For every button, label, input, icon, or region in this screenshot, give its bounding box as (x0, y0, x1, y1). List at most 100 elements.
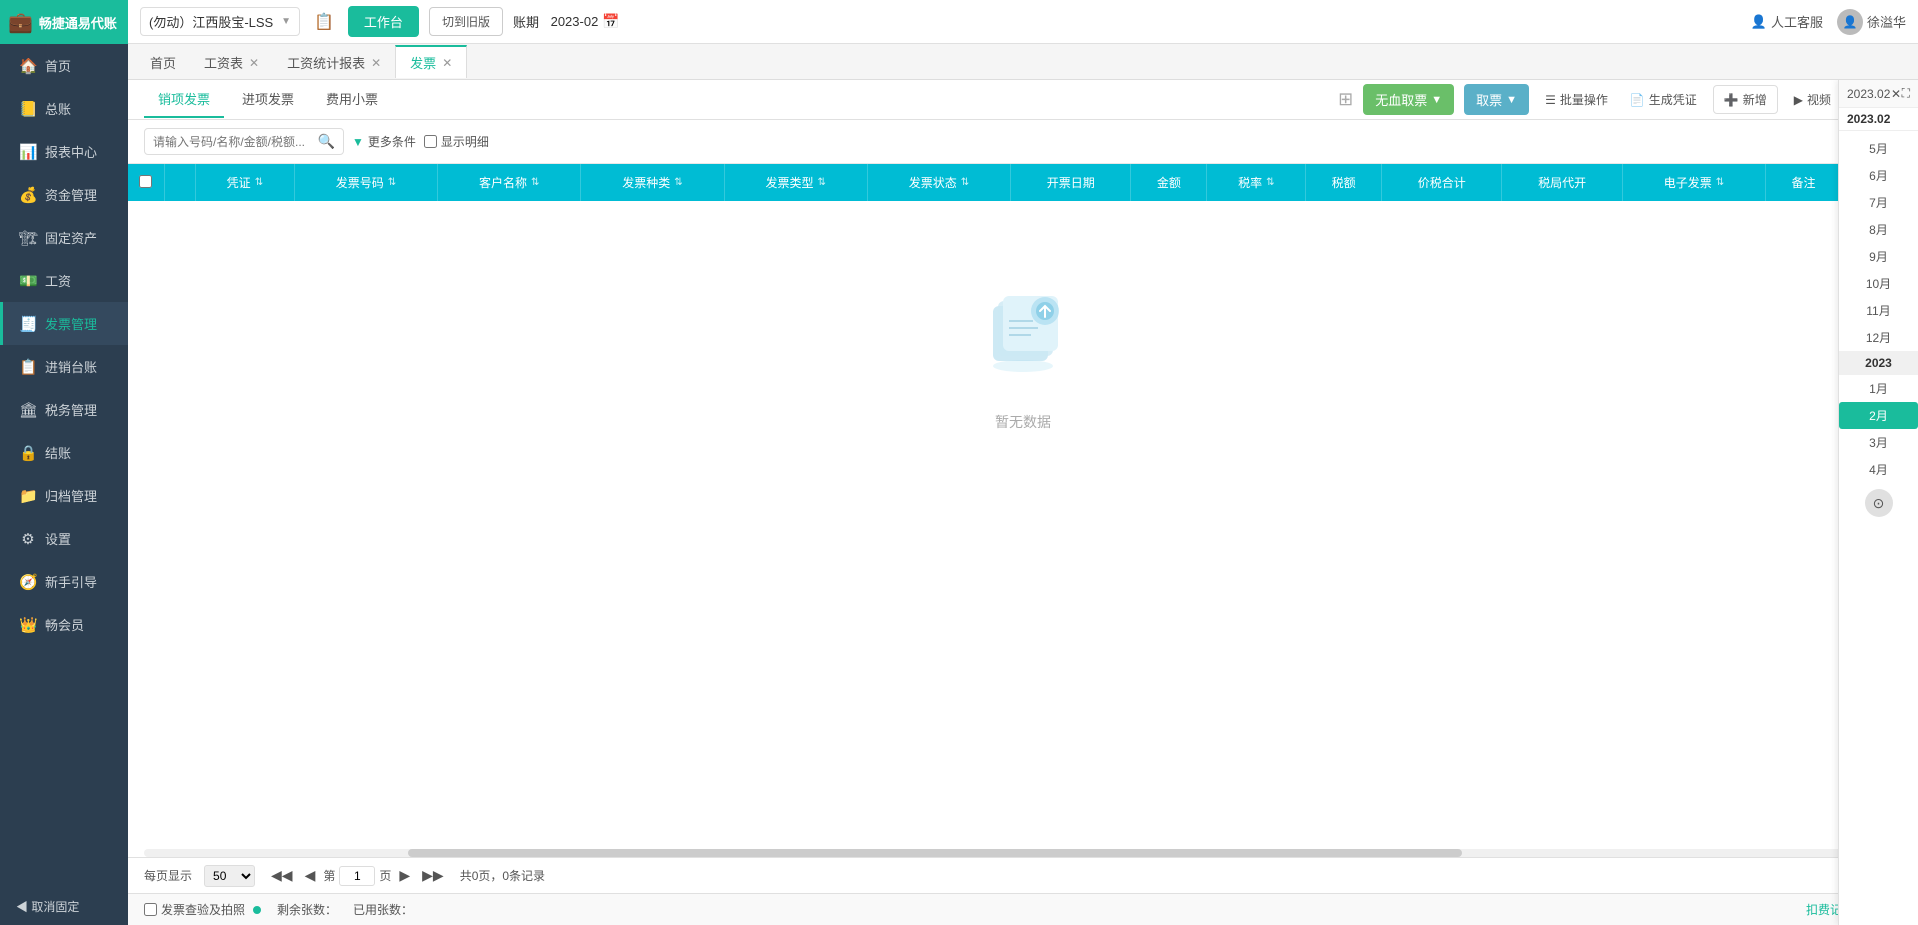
month-item-9[interactable]: 9月 (1839, 243, 1918, 270)
th-customer-name[interactable]: 客户名称 ⇅ (438, 164, 581, 201)
sidebar-item-label: 固定资产 (45, 228, 97, 247)
select-all-checkbox[interactable] (139, 175, 152, 188)
month-item-10[interactable]: 10月 (1839, 270, 1918, 297)
no-ticket-button[interactable]: 无血取票 ▼ (1363, 84, 1454, 115)
check-verify-checkbox[interactable] (144, 903, 157, 916)
date-panel-maximize[interactable]: ⛶ (1902, 86, 1910, 101)
th-amount: 金额 (1131, 164, 1207, 201)
month-item-3[interactable]: 3月 (1839, 429, 1918, 456)
sidebar-item-home[interactable]: 🏠 首页 (0, 44, 128, 87)
sidebar-item-invoice[interactable]: 🧾 发票管理 (0, 302, 128, 345)
sidebar-item-tax[interactable]: 🏛 税务管理 (0, 388, 128, 431)
tax-code-label: 税局代开 (1538, 176, 1586, 190)
year-2023-header[interactable]: 2023 (1839, 351, 1918, 375)
invoice-category-label: 发票类型 (766, 174, 814, 191)
next-page-button[interactable]: ▶ (395, 865, 414, 886)
empty-text: 暂无数据 (995, 412, 1051, 432)
company-selector[interactable]: (勿动）江西股宝-LSS ▼ (140, 7, 300, 36)
video-button[interactable]: ▶ 视频 (1788, 87, 1837, 112)
show-detail-checkbox[interactable] (424, 135, 437, 148)
sub-tab-expense-label: 费用小票 (326, 92, 378, 107)
tab-invoice-close[interactable]: ✕ (442, 56, 452, 70)
page-input[interactable] (339, 866, 375, 886)
no-ticket-label: 无血取票 (1375, 90, 1427, 109)
month-item-5[interactable]: 5月 (1839, 135, 1918, 162)
workspace-button[interactable]: 工作台 (348, 6, 419, 37)
sub-tab-purchase-invoice[interactable]: 进项发票 (228, 81, 308, 118)
sidebar-item-label: 归档管理 (45, 486, 97, 505)
date-circle-button[interactable]: ⊙ (1865, 489, 1893, 517)
tab-salary[interactable]: 工资表 ✕ (190, 45, 273, 78)
cs-label: 人工客服 (1771, 12, 1823, 31)
th-invoice-no[interactable]: 发票号码 ⇅ (294, 164, 437, 201)
tab-salary-close[interactable]: ✕ (249, 56, 259, 70)
new-button[interactable]: ➕ 新增 (1713, 85, 1778, 114)
show-detail-toggle[interactable]: 显示明细 (424, 133, 489, 150)
sidebar-item-label: 税务管理 (45, 400, 97, 419)
customer-service[interactable]: 👤 人工客服 (1751, 12, 1823, 31)
month-item-11[interactable]: 11月 (1839, 297, 1918, 324)
month-item-12[interactable]: 12月 (1839, 324, 1918, 351)
th-e-invoice[interactable]: 电子发票 ⇅ (1622, 164, 1765, 201)
batch-op-button[interactable]: ☰ 批量操作 (1539, 87, 1614, 112)
sub-tab-sales-invoice[interactable]: 销项发票 (144, 81, 224, 118)
sidebar-item-payroll[interactable]: 💵 工资 (0, 259, 128, 302)
month-item-4[interactable]: 4月 (1839, 456, 1918, 483)
month-item-1[interactable]: 1月 (1839, 375, 1918, 402)
date-panel-header2[interactable]: 2023.02 (1839, 108, 1918, 131)
tab-salary-report-close[interactable]: ✕ (371, 56, 381, 70)
sidebar-pin-toggle[interactable]: ◀ 取消固定 (0, 888, 128, 925)
old-version-button[interactable]: 切到旧版 (429, 7, 503, 36)
th-invoice-status[interactable]: 发票状态 ⇅ (867, 164, 1010, 201)
filter-label: 更多条件 (368, 133, 416, 150)
prev-page-button[interactable]: ◀ (301, 865, 320, 886)
more-filter-button[interactable]: ▼ 更多条件 (352, 133, 416, 150)
sidebar-item-report[interactable]: 📊 报表中心 (0, 130, 128, 173)
e-invoice-label: 电子发票 (1664, 174, 1712, 191)
search-box[interactable]: 🔍 (144, 128, 344, 155)
tab-salary-report[interactable]: 工资统计报表 ✕ (273, 45, 395, 78)
th-tax-rate[interactable]: 税率 ⇅ (1207, 164, 1306, 201)
month-item-2[interactable]: 2月 (1839, 402, 1918, 429)
guide-icon: 🧭 (19, 573, 37, 591)
scrollbar-thumb[interactable] (408, 849, 1463, 857)
first-page-button[interactable]: ◀◀ (267, 865, 297, 886)
search-icon[interactable]: 🔍 (318, 133, 335, 150)
customer-name-sort-icon: ⇅ (531, 177, 539, 188)
th-tax-total: 价税合计 (1382, 164, 1502, 201)
horizontal-scrollbar[interactable] (144, 849, 1902, 857)
th-invoice-type[interactable]: 发票种类 ⇅ (581, 164, 724, 201)
month-item-6[interactable]: 6月 (1839, 162, 1918, 189)
home-icon: 🏠 (19, 57, 37, 75)
period-calendar-icon[interactable]: 📅 (602, 13, 619, 30)
per-page-select[interactable]: 50 10 20 100 (204, 865, 255, 887)
user-info[interactable]: 👤 徐溢华 (1837, 9, 1906, 35)
ticket-button[interactable]: 取票 ▼ (1464, 84, 1529, 115)
last-page-button[interactable]: ▶▶ (418, 865, 448, 886)
grid-view-icon[interactable]: ⊞ (1338, 89, 1353, 110)
tab-invoice[interactable]: 发票 ✕ (395, 45, 467, 78)
sidebar-item-settings[interactable]: ⚙ 设置 (0, 517, 128, 560)
gen-voucher-button[interactable]: 📄 生成凭证 (1624, 87, 1703, 112)
th-invoice-category[interactable]: 发票类型 ⇅ (724, 164, 867, 201)
total-records: 共0页，0条记录 (460, 867, 545, 884)
month-item-7[interactable]: 7月 (1839, 189, 1918, 216)
sidebar-item-guide[interactable]: 🧭 新手引导 (0, 560, 128, 603)
sidebar-item-ledger[interactable]: 📒 总账 (0, 87, 128, 130)
tab-home[interactable]: 首页 (136, 45, 190, 78)
tax-label: 税额 (1332, 176, 1356, 190)
sidebar-item-funds[interactable]: 💰 资金管理 (0, 173, 128, 216)
month-item-8[interactable]: 8月 (1839, 216, 1918, 243)
sidebar-item-archive[interactable]: 📁 归档管理 (0, 474, 128, 517)
sidebar-item-sales[interactable]: 📋 进销台账 (0, 345, 128, 388)
date-panel-close[interactable]: ✕ (1891, 87, 1901, 101)
sidebar-item-label: 畅会员 (45, 615, 84, 634)
sidebar-item-member[interactable]: 👑 畅会员 (0, 603, 128, 646)
th-voucher[interactable]: 凭证 ⇅ (195, 164, 294, 201)
sidebar-item-assets[interactable]: 🏗 固定资产 (0, 216, 128, 259)
period-prefix: 账期 (513, 12, 539, 31)
copy-icon[interactable]: 📋 (310, 12, 338, 32)
search-input[interactable] (153, 135, 314, 149)
sidebar-item-close[interactable]: 🔒 结账 (0, 431, 128, 474)
sub-tab-expense-receipt[interactable]: 费用小票 (312, 81, 392, 118)
